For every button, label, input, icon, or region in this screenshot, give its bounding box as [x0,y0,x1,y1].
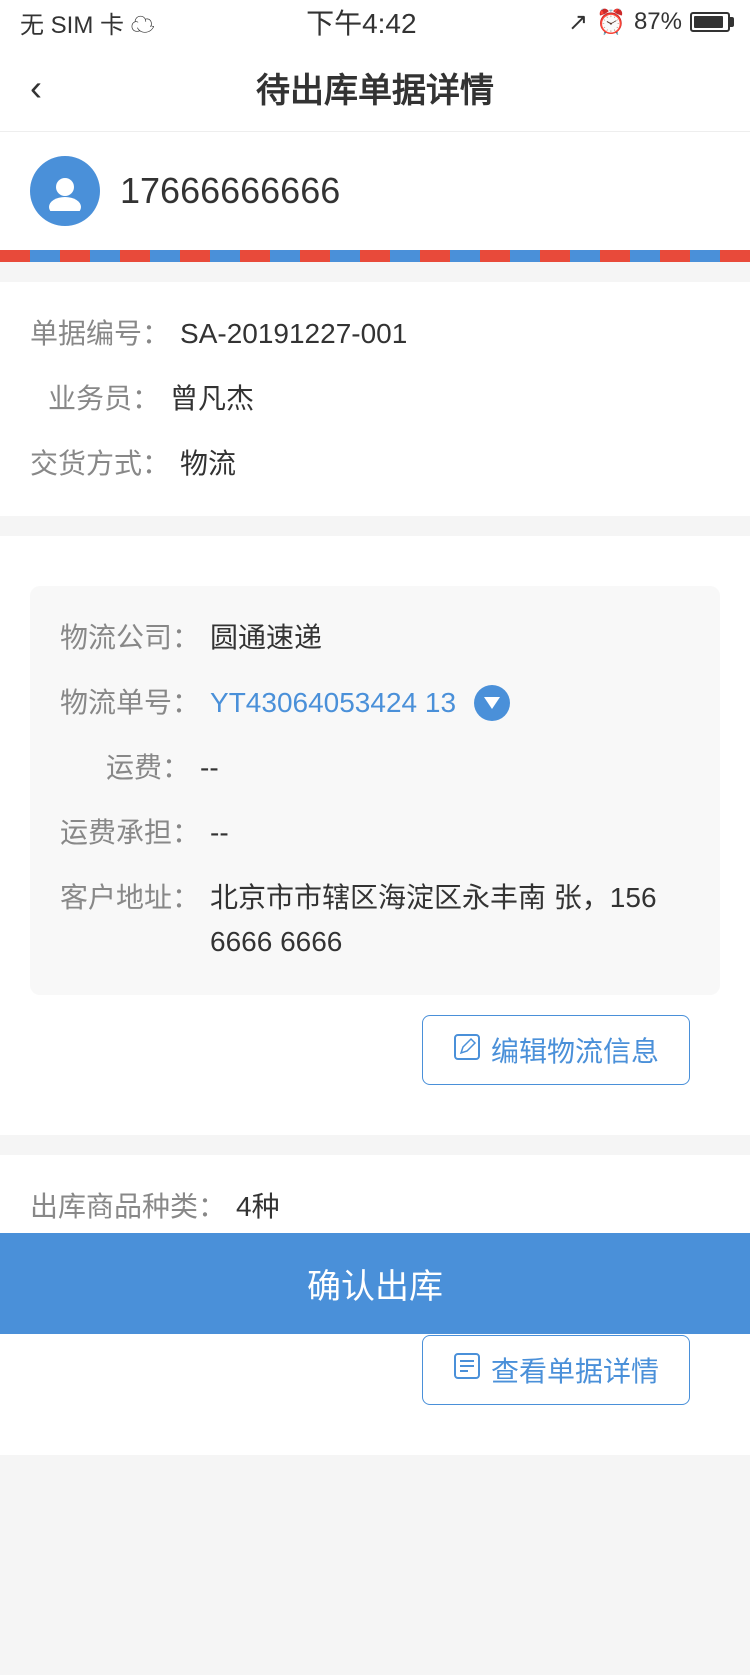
salesman-value: 曾凡杰 [170,377,720,422]
location-icon: ↗ [568,8,588,37]
alarm-icon: ⏰ [596,8,626,37]
logistics-card: 物流公司： 圆通速递 物流单号： YT43064053424 13 运费： --… [30,586,720,995]
freight-value: -- [200,746,690,791]
user-header: 17666666666 [0,132,750,250]
edit-logistics-button[interactable]: 编辑物流信息 [422,1015,690,1085]
delivery-value: 物流 [180,442,720,487]
tracking-value: YT43064053424 13 [210,681,690,726]
edit-icon [453,1033,481,1068]
view-detail-button[interactable]: 查看单据详情 [422,1335,690,1405]
confirm-button-label: 确认出库 [307,1268,443,1306]
freight-bear-row: 运费承担： -- [60,811,690,856]
salesman-row: 业务员： 曾凡杰 [30,377,720,422]
freight-bear-value: -- [210,811,690,856]
confirm-button[interactable]: 确认出库 [0,1233,750,1334]
nav-bar: ‹ 待出库单据详情 [0,44,750,132]
tracking-row: 物流单号： YT43064053424 13 [60,681,690,726]
location-pin-icon[interactable] [474,685,510,721]
bottom-spacer [0,1475,750,1675]
goods-types-row: 出库商品种类： 4种 [30,1185,720,1230]
goods-types-value: 4种 [236,1185,720,1230]
freight-row: 运费： -- [60,746,690,791]
status-left: 无 SIM 卡 ☁ [20,5,155,40]
page-title: 待出库单据详情 [256,63,494,112]
status-right: ↗ ⏰ 87% [568,8,730,37]
document-info-section: 单据编号： SA-20191227-001 业务员： 曾凡杰 交货方式： 物流 [0,282,750,516]
goods-types-label: 出库商品种类： [30,1185,236,1230]
freight-label: 运费： [60,746,200,791]
status-time: 下午4:42 [306,2,417,42]
logistics-section: 物流公司： 圆通速递 物流单号： YT43064053424 13 运费： --… [0,536,750,1135]
battery-icon [690,12,730,32]
view-detail-label: 查看单据详情 [491,1350,659,1390]
delivery-row: 交货方式： 物流 [30,442,720,487]
logistics-company-value: 圆通速递 [210,616,690,661]
address-value: 北京市市辖区海淀区永丰南 张，156 6666 6666 [210,876,690,966]
logistics-company-label: 物流公司： [60,616,210,661]
delivery-label: 交货方式： [30,442,180,487]
avatar [30,156,100,226]
detail-icon [453,1352,481,1387]
logistics-company-row: 物流公司： 圆通速递 [60,616,690,661]
document-number-label: 单据编号： [30,312,180,357]
status-bar: 无 SIM 卡 ☁ 下午4:42 ↗ ⏰ 87% [0,0,750,44]
user-phone: 17666666666 [120,170,340,212]
dashed-divider [0,250,750,262]
tracking-label: 物流单号： [60,681,210,726]
address-row: 客户地址： 北京市市辖区海淀区永丰南 张，156 6666 6666 [60,876,690,966]
back-button[interactable]: ‹ [30,67,42,109]
document-number-row: 单据编号： SA-20191227-001 [30,312,720,357]
address-label: 客户地址： [60,876,210,921]
sim-status: 无 SIM 卡 ☁ [20,5,155,40]
edit-logistics-label: 编辑物流信息 [491,1030,659,1070]
battery-label: 87% [634,8,682,36]
document-number-value: SA-20191227-001 [180,312,720,357]
freight-bear-label: 运费承担： [60,811,210,856]
edit-logistics-action: 编辑物流信息 [30,995,720,1105]
salesman-label: 业务员： [30,377,170,422]
